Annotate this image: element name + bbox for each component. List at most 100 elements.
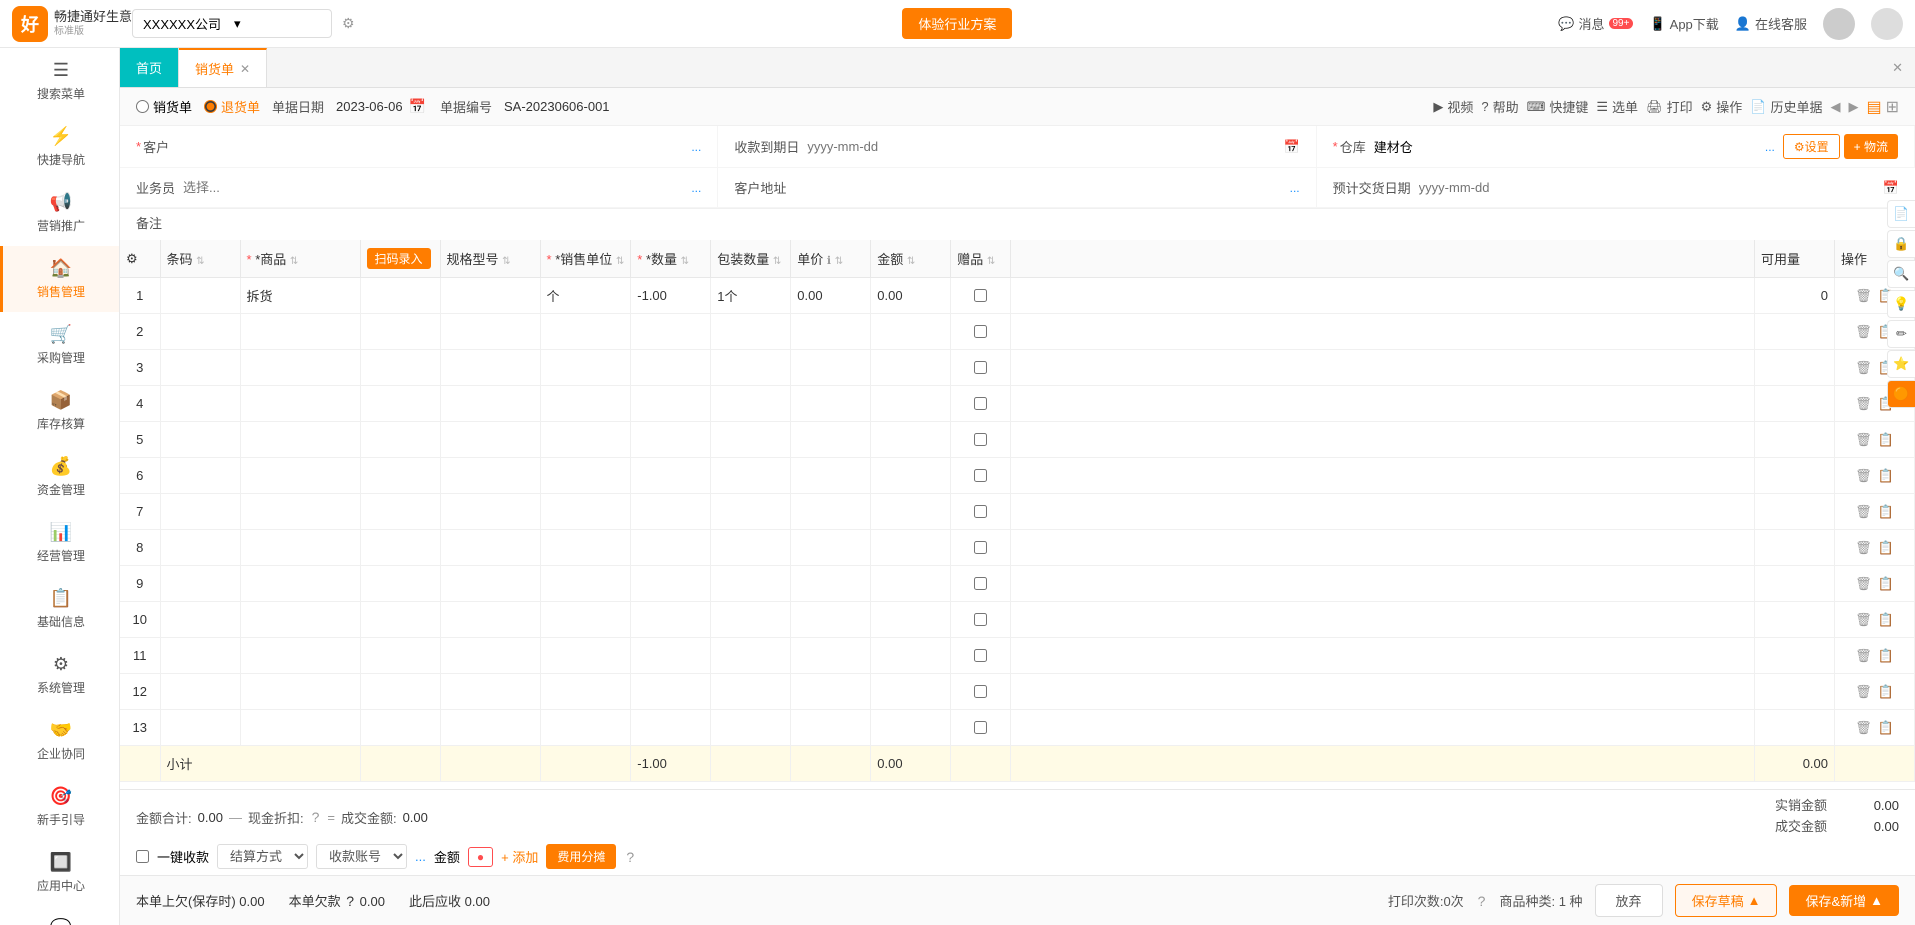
delete-row-icon[interactable]: 🗑 bbox=[1855, 720, 1872, 736]
table-settings-icon[interactable]: ⚙ bbox=[126, 251, 138, 266]
gift-checkbox[interactable] bbox=[974, 505, 987, 518]
qty-sort-icon[interactable]: ⇅ bbox=[681, 256, 689, 267]
gift-checkbox[interactable] bbox=[974, 721, 987, 734]
sidebar-item-coop[interactable]: 🤝 企业协同 bbox=[0, 708, 119, 774]
copy-row-icon[interactable]: 📋 bbox=[1878, 720, 1894, 736]
gift-checkbox[interactable] bbox=[974, 685, 987, 698]
expense-split-button[interactable]: 费用分摊 bbox=[546, 844, 616, 869]
product-sort-icon[interactable]: ⇅ bbox=[290, 256, 298, 267]
gift-checkbox[interactable] bbox=[974, 469, 987, 482]
addr-ellipsis[interactable]: ... bbox=[1290, 181, 1300, 195]
gift-checkbox[interactable] bbox=[974, 325, 987, 338]
copy-row-icon[interactable]: 📋 bbox=[1878, 504, 1894, 520]
sidebar-item-wechat[interactable]: 💬 企业微信 bbox=[0, 906, 119, 925]
delete-row-icon[interactable]: 🗑 bbox=[1855, 648, 1872, 664]
logistics-button[interactable]: + 物流 bbox=[1844, 134, 1898, 159]
delete-row-icon[interactable]: 🗑 bbox=[1855, 540, 1872, 556]
pack-sort-icon[interactable]: ⇅ bbox=[773, 256, 781, 267]
customer-ellipsis[interactable]: ... bbox=[691, 140, 701, 154]
save-new-button[interactable]: 保存&新增 ▲ bbox=[1789, 885, 1899, 916]
delete-row-icon[interactable]: 🗑 bbox=[1855, 432, 1872, 448]
delete-row-icon[interactable]: 🗑 bbox=[1855, 504, 1872, 520]
action-video[interactable]: ▶ 视频 bbox=[1433, 97, 1473, 116]
delete-row-icon[interactable]: 🗑 bbox=[1855, 396, 1872, 412]
copy-row-icon[interactable]: 📋 bbox=[1878, 468, 1894, 484]
delete-row-icon[interactable]: 🗑 bbox=[1855, 576, 1872, 592]
radio-sales[interactable]: 销货单 bbox=[136, 97, 192, 116]
rf-note-icon[interactable]: 📄 bbox=[1887, 200, 1915, 228]
sidebar-item-operation[interactable]: 📊 经营管理 bbox=[0, 510, 119, 576]
sidebar-item-finance[interactable]: 💰 资金管理 bbox=[0, 444, 119, 510]
sidebar-item-marketing[interactable]: 📢 营销推广 bbox=[0, 180, 119, 246]
settings-icon[interactable]: ⚙ bbox=[340, 13, 357, 34]
spec-sort-icon[interactable]: ⇅ bbox=[502, 256, 510, 267]
sidebar-item-sales[interactable]: 🏠 销售管理 bbox=[0, 246, 119, 312]
rf-orange-icon[interactable]: 🟠 bbox=[1887, 380, 1915, 408]
delete-row-icon[interactable]: 🗑 bbox=[1855, 612, 1872, 628]
amount-sort-icon[interactable]: ⇅ bbox=[907, 256, 915, 267]
cash-discount-info-icon[interactable]: ? bbox=[310, 807, 322, 827]
expected-date-calendar-icon[interactable]: 📅 bbox=[1883, 180, 1899, 196]
sidebar-item-search[interactable]: ☰ 搜索菜单 bbox=[0, 48, 119, 114]
gift-checkbox[interactable] bbox=[974, 541, 987, 554]
action-shortcut[interactable]: ⌨ 快捷键 bbox=[1527, 97, 1589, 116]
copy-row-icon[interactable]: 📋 bbox=[1878, 684, 1894, 700]
rf-bulb-icon[interactable]: 💡 bbox=[1887, 290, 1915, 318]
delete-row-icon[interactable]: 🗑 bbox=[1855, 684, 1872, 700]
save-draft-button[interactable]: 保存草稿 ▲ bbox=[1675, 884, 1778, 917]
note-input[interactable] bbox=[170, 215, 1899, 230]
abandon-button[interactable]: 放弃 bbox=[1595, 884, 1663, 917]
app-download-button[interactable]: 📱 App下载 bbox=[1649, 14, 1718, 33]
scan-button[interactable]: 扫码录入 bbox=[367, 248, 431, 269]
rf-star-icon[interactable]: ⭐ bbox=[1887, 350, 1915, 378]
gift-checkbox[interactable] bbox=[974, 649, 987, 662]
gift-checkbox[interactable] bbox=[974, 577, 987, 590]
rf-edit-icon[interactable]: ✏ bbox=[1887, 320, 1915, 348]
delete-row-icon[interactable]: 🗑 bbox=[1855, 468, 1872, 484]
tab-close-icon[interactable]: ✕ bbox=[240, 62, 250, 76]
expected-date-input[interactable] bbox=[1419, 180, 1879, 195]
gift-checkbox[interactable] bbox=[974, 613, 987, 626]
gift-checkbox-1[interactable] bbox=[974, 289, 987, 302]
delete-row-icon[interactable]: 🗑 bbox=[1855, 288, 1872, 304]
salesman-input[interactable] bbox=[183, 180, 687, 195]
action-history[interactable]: 📄 历史单据 bbox=[1750, 97, 1822, 116]
sidebar-item-quicknav[interactable]: ⚡ 快捷导航 bbox=[0, 114, 119, 180]
price-sort-icon[interactable]: ⇅ bbox=[835, 256, 843, 267]
message-button[interactable]: 💬 消息 99+ bbox=[1558, 14, 1633, 33]
delete-row-icon[interactable]: 🗑 bbox=[1855, 360, 1872, 376]
copy-row-icon[interactable]: 📋 bbox=[1878, 612, 1894, 628]
avatar2[interactable] bbox=[1871, 8, 1903, 40]
sidebar-item-appstore[interactable]: 🔲 应用中心 bbox=[0, 840, 119, 906]
barcode-sort-icon[interactable]: ⇅ bbox=[196, 256, 204, 267]
avatar[interactable] bbox=[1823, 8, 1855, 40]
payment-account-select[interactable]: 收款账号 bbox=[316, 844, 407, 869]
experience-button[interactable]: 体验行业方案 bbox=[902, 8, 1012, 39]
action-select[interactable]: ☰ 选单 bbox=[1596, 97, 1638, 116]
sidebar-item-stock[interactable]: 📦 库存核算 bbox=[0, 378, 119, 444]
account-ellipsis[interactable]: ... bbox=[415, 849, 426, 864]
unit-sort-icon[interactable]: ⇅ bbox=[616, 256, 624, 267]
rf-search-icon[interactable]: 🔍 bbox=[1887, 260, 1915, 288]
expense-help-icon[interactable]: ? bbox=[624, 847, 636, 867]
salesman-ellipsis[interactable]: ... bbox=[691, 181, 701, 195]
calendar-icon[interactable]: 📅 bbox=[407, 96, 428, 117]
payment-method-select[interactable]: 结算方式 bbox=[217, 844, 308, 869]
gift-checkbox[interactable] bbox=[974, 361, 987, 374]
customer-input[interactable] bbox=[177, 139, 687, 154]
tab-sales-order[interactable]: 销货单 ✕ bbox=[179, 48, 267, 87]
action-operate[interactable]: ⚙ 操作 bbox=[1701, 97, 1743, 116]
nav-next-icon[interactable]: ▶ bbox=[1848, 99, 1858, 115]
action-help[interactable]: ? 帮助 bbox=[1481, 97, 1518, 116]
warehouse-ellipsis[interactable]: ... bbox=[1765, 140, 1775, 154]
sidebar-item-basic[interactable]: 📋 基础信息 bbox=[0, 576, 119, 642]
copy-row-icon[interactable]: 📋 bbox=[1878, 576, 1894, 592]
tab-close-all-icon[interactable]: ✕ bbox=[1880, 60, 1915, 76]
due-date-calendar-icon[interactable]: 📅 bbox=[1283, 139, 1299, 155]
copy-row-icon[interactable]: 📋 bbox=[1878, 648, 1894, 664]
radio-return[interactable]: 退货单 bbox=[204, 97, 260, 116]
sidebar-item-guide[interactable]: 🎯 新手引导 bbox=[0, 774, 119, 840]
rf-lock-icon[interactable]: 🔒 bbox=[1887, 230, 1915, 258]
copy-row-icon[interactable]: 📋 bbox=[1878, 432, 1894, 448]
gift-sort-icon[interactable]: ⇅ bbox=[987, 256, 995, 267]
